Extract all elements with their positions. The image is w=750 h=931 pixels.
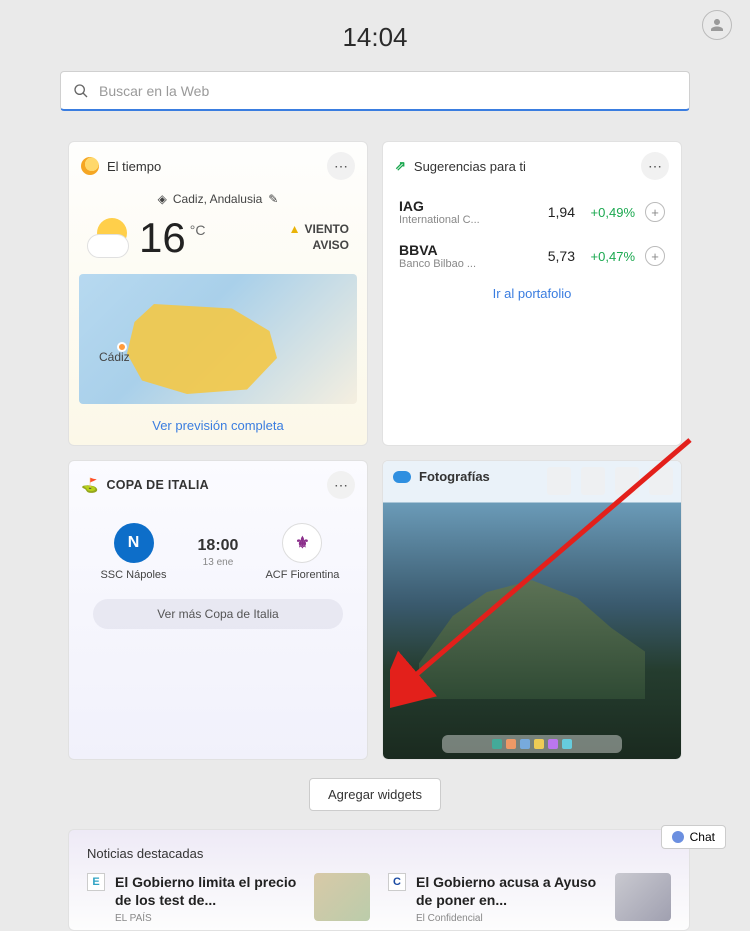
sport-icon: ⛳ — [81, 477, 98, 494]
news-row: E El Gobierno limita el precio de los te… — [87, 873, 671, 924]
stock-symbol: IAG — [399, 198, 529, 214]
news-item[interactable]: E El Gobierno limita el precio de los te… — [87, 873, 370, 924]
weather-more-button[interactable]: ⋯ — [327, 152, 355, 180]
stock-name: International C... — [399, 214, 529, 226]
photos-title: Fotografías — [419, 469, 490, 484]
stock-price: 1,94 — [529, 204, 575, 220]
stock-row[interactable]: IAG International C... 1,94 +0,49% + — [383, 190, 681, 234]
stocks-title: Sugerencias para ti — [414, 159, 526, 174]
header: 14:04 — [0, 0, 750, 53]
team-a[interactable]: N SSC Nápoles — [89, 523, 179, 581]
stock-change: +0,47% — [575, 249, 635, 264]
sports-title: COPA DE ITALIA — [106, 478, 209, 492]
target-icon: ◈ — [158, 192, 167, 206]
news-thumbnail — [615, 873, 671, 921]
team-b-logo: ⚜ — [282, 523, 322, 563]
clock: 14:04 — [0, 22, 750, 53]
photos-widget[interactable]: Fotografías — [382, 460, 682, 760]
sports-more-button[interactable]: ⋯ — [327, 471, 355, 499]
match-date: 13 ene — [198, 557, 239, 568]
team-a-logo: N — [114, 523, 154, 563]
stock-name: Banco Bilbao ... — [399, 258, 529, 270]
search-bar[interactable] — [60, 71, 690, 111]
news-headline: El Gobierno limita el precio de los test… — [115, 873, 304, 909]
team-b[interactable]: ⚜ ACF Fiorentina — [257, 523, 347, 581]
team-a-name: SSC Nápoles — [89, 569, 179, 581]
chat-label: Chat — [690, 830, 715, 844]
photos-dock — [442, 735, 622, 753]
news-source-icon: C — [388, 873, 406, 891]
photos-wallpaper — [383, 461, 681, 759]
weather-icon — [81, 157, 99, 175]
stocks-more-button[interactable]: ⋯ — [641, 152, 669, 180]
profile-avatar[interactable] — [702, 10, 732, 40]
weather-header: El tiempo ⋯ — [69, 142, 367, 190]
sports-more-link[interactable]: Ver más Copa de Italia — [93, 599, 343, 629]
news-source: EL PAÍS — [115, 913, 304, 924]
match-time: 18:00 — [198, 537, 239, 555]
stock-price: 5,73 — [529, 248, 575, 264]
stock-row[interactable]: BBVA Banco Bilbao ... 5,73 +0,47% + — [383, 234, 681, 278]
weather-map[interactable]: Cádiz — [79, 274, 357, 404]
sports-widget[interactable]: ⛳ COPA DE ITALIA ⋯ N SSC Nápoles 18:00 1… — [68, 460, 368, 760]
search-icon — [73, 83, 89, 99]
warning-icon: ▲ — [289, 222, 301, 236]
chat-button[interactable]: Chat — [661, 825, 726, 849]
onedrive-icon — [393, 471, 411, 483]
news-source-icon: E — [87, 873, 105, 891]
weather-temperature: 16 — [139, 214, 186, 262]
stock-symbol: BBVA — [399, 242, 529, 258]
weather-forecast-link[interactable]: Ver previsión completa — [69, 404, 367, 445]
weather-unit: °C — [190, 222, 206, 238]
stock-add-button[interactable]: + — [645, 246, 665, 266]
widget-grid: El tiempo ⋯ ◈ Cadiz, Andalusia ✎ 16 °C ▲… — [68, 141, 750, 760]
stocks-icon: ⇗ — [395, 158, 406, 174]
weather-title: El tiempo — [107, 159, 161, 174]
match-row: N SSC Nápoles 18:00 13 ene ⚜ ACF Fiorent… — [69, 509, 367, 589]
search-input[interactable] — [99, 83, 677, 99]
weather-widget[interactable]: El tiempo ⋯ ◈ Cadiz, Andalusia ✎ 16 °C ▲… — [68, 141, 368, 446]
news-thumbnail — [314, 873, 370, 921]
stocks-portfolio-link[interactable]: Ir al portafolio — [383, 278, 681, 315]
user-icon — [708, 16, 726, 34]
photos-island-shape — [419, 580, 645, 699]
sports-header: ⛳ COPA DE ITALIA ⋯ — [69, 461, 367, 509]
stocks-widget[interactable]: ⇗ Sugerencias para ti ⋯ IAG Internationa… — [382, 141, 682, 446]
sun-cloud-icon — [87, 212, 139, 264]
match-time-block: 18:00 13 ene — [198, 537, 239, 568]
edit-location-icon[interactable]: ✎ — [268, 192, 278, 206]
news-section-title: Noticias destacadas — [87, 846, 671, 861]
team-b-name: ACF Fiorentina — [257, 569, 347, 581]
stock-change: +0,49% — [575, 205, 635, 220]
stocks-header: ⇗ Sugerencias para ti ⋯ — [383, 142, 681, 190]
photos-header: Fotografías — [383, 461, 681, 492]
weather-main: 16 °C ▲VIENTO AVISO — [69, 206, 367, 274]
news-headline: El Gobierno acusa a Ayuso de poner en... — [416, 873, 605, 909]
news-widget[interactable]: Noticias destacadas E El Gobierno limita… — [68, 829, 690, 931]
news-item[interactable]: C El Gobierno acusa a Ayuso de poner en.… — [388, 873, 671, 924]
weather-warning: ▲VIENTO AVISO — [289, 222, 349, 253]
search-container — [60, 71, 690, 111]
add-widgets-button[interactable]: Agregar widgets — [309, 778, 441, 811]
map-city-label: Cádiz — [99, 350, 130, 364]
news-source: El Confidencial — [416, 913, 605, 924]
weather-location: Cadiz, Andalusia — [173, 192, 262, 206]
stock-add-button[interactable]: + — [645, 202, 665, 222]
map-region-highlight — [127, 304, 277, 394]
weather-location-row[interactable]: ◈ Cadiz, Andalusia ✎ — [69, 192, 367, 206]
add-widgets-row: Agregar widgets — [0, 778, 750, 811]
chat-icon — [672, 831, 684, 843]
